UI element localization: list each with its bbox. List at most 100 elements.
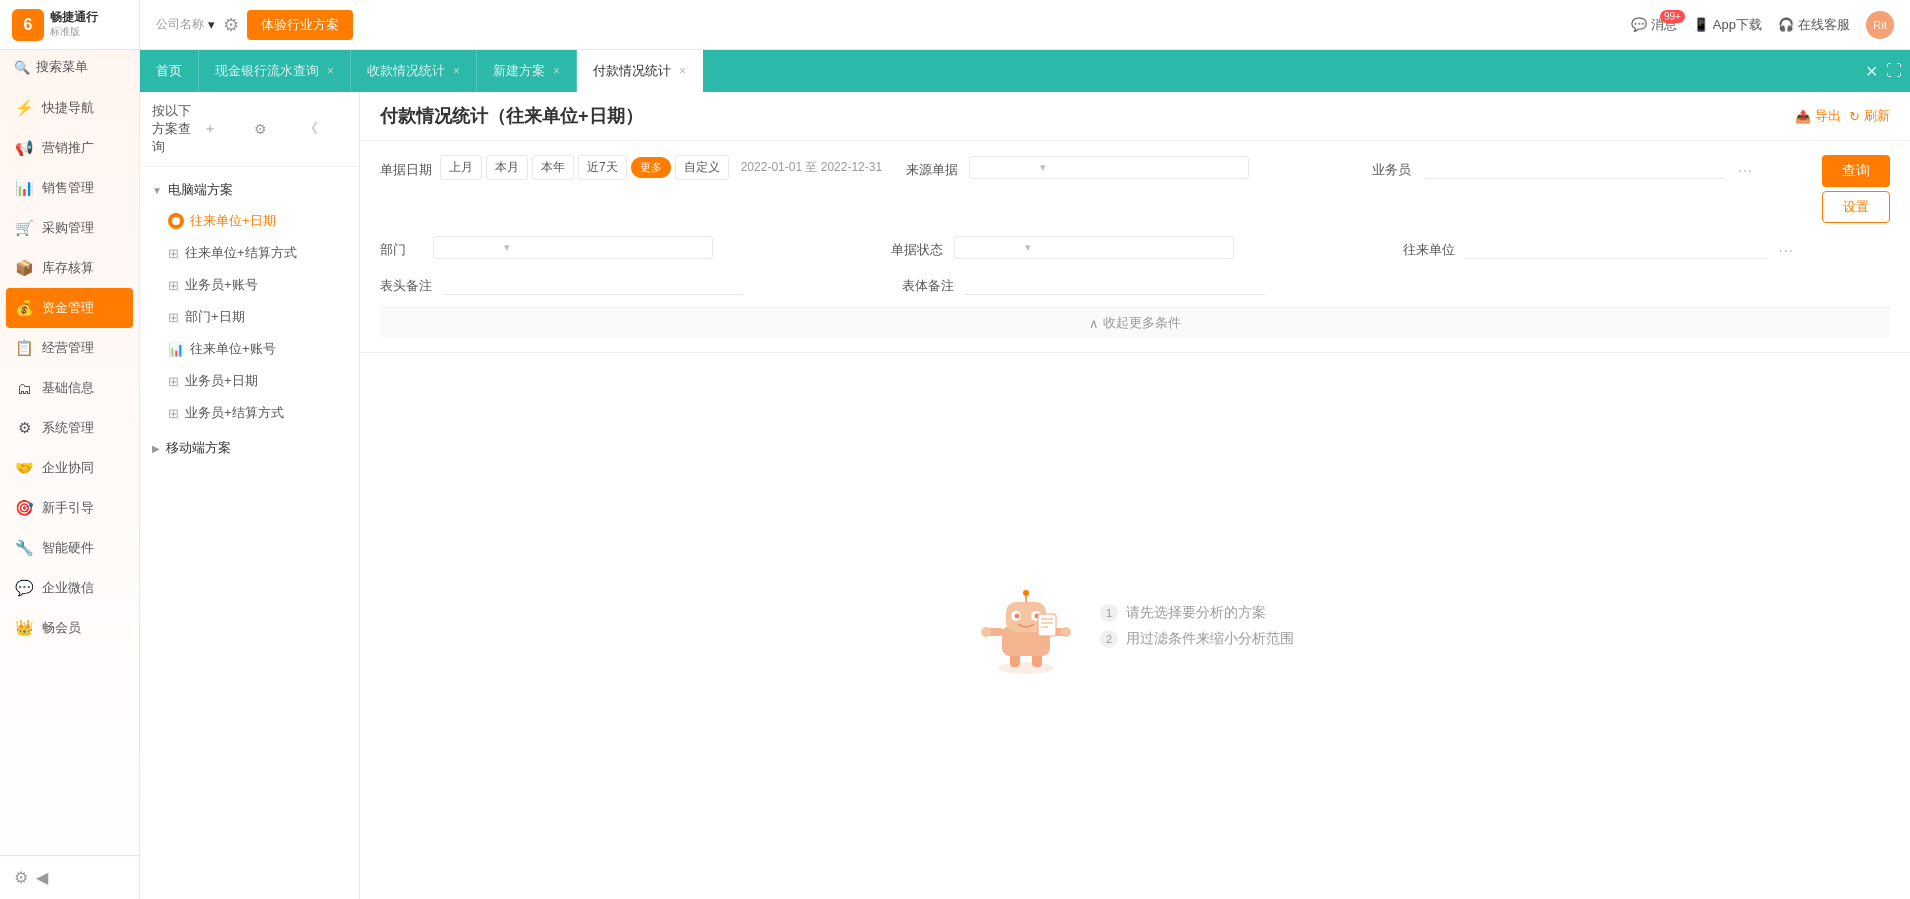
tab-bank[interactable]: 现金银行流水查询 × — [199, 50, 351, 92]
scheme-item-agent-settle[interactable]: ⊞ 业务员+结算方式 — [140, 397, 359, 429]
wechat-icon: 💬 — [14, 578, 34, 598]
sidebar-item-inventory[interactable]: 📦 库存核算 — [0, 248, 139, 288]
sidebar-bottom: ⚙ ◀ — [0, 855, 139, 899]
left-panel-collapse-btn[interactable]: 《 — [304, 120, 347, 138]
user-avatar[interactable]: Rit — [1866, 11, 1894, 39]
note-head-label: 表头备注 — [380, 271, 435, 295]
tab-new-plan-close[interactable]: × — [553, 64, 560, 78]
dept-select[interactable]: ▾ — [433, 236, 713, 259]
filter-settings-button[interactable]: 设置 — [1822, 191, 1890, 223]
note-body-input[interactable] — [965, 271, 1265, 295]
sidebar-item-hardware[interactable]: 🔧 智能硬件 — [0, 528, 139, 568]
tabbar: 首页 现金银行流水查询 × 收款情况统计 × 新建方案 × 付款情况统计 × ✕… — [140, 50, 1910, 92]
guide-icon: 🎯 — [14, 498, 34, 518]
filter-area: 单据日期 上月 本月 本年 近7天 更多 自定义 2022-01-01 至 20… — [360, 141, 1910, 353]
sidebar-collapse-icon[interactable]: ◀ — [36, 868, 48, 887]
tab-receipt[interactable]: 收款情况统计 × — [351, 50, 477, 92]
scheme-item-counterpart-settle[interactable]: ⊞ 往来单位+结算方式 — [140, 237, 359, 269]
collapse-conditions-btn[interactable]: ∧ 收起更多条件 — [380, 307, 1890, 338]
empty-illustration — [976, 586, 1076, 666]
scheme-settings-btn[interactable]: ⚙ — [254, 121, 297, 137]
counterpart-input[interactable] — [1466, 235, 1766, 259]
tab-close-all-btn[interactable]: ✕ — [1865, 62, 1878, 81]
sidebar-item-enterprise[interactable]: 🤝 企业协同 — [0, 448, 139, 488]
search-menu-label: 搜索菜单 — [36, 58, 88, 76]
app-download-btn[interactable]: 📱 App下载 — [1693, 16, 1762, 34]
date-btn-last-month[interactable]: 上月 — [440, 155, 482, 180]
service-btn[interactable]: 🎧 在线客服 — [1778, 16, 1850, 34]
company-selector[interactable]: 公司名称 ▾ — [156, 16, 215, 33]
empty-hint-1: 1 请先选择要分析的方案 — [1100, 604, 1294, 622]
trial-button[interactable]: 体验行业方案 — [247, 10, 353, 40]
export-button[interactable]: 📤 导出 — [1795, 107, 1841, 125]
add-scheme-btn[interactable]: ＋ — [203, 120, 246, 138]
scheme-item-counterpart-date[interactable]: 往来单位+日期 — [140, 205, 359, 237]
scheme-item-label-6: 业务员+日期 — [185, 372, 258, 390]
search-menu[interactable]: 🔍 搜索菜单 — [0, 50, 139, 84]
sidebar-item-marketing[interactable]: 📢 营销推广 — [0, 128, 139, 168]
source-select[interactable]: ▾ — [969, 156, 1249, 179]
message-btn[interactable]: 💬 消息 99+ — [1631, 16, 1677, 34]
export-icon: 📤 — [1795, 109, 1811, 124]
system-label: 系统管理 — [42, 419, 94, 437]
scheme-item-dept-date[interactable]: ⊞ 部门+日期 — [140, 301, 359, 333]
topbar-left: 公司名称 ▾ ⚙ 体验行业方案 — [156, 10, 1619, 40]
tab-new-plan[interactable]: 新建方案 × — [477, 50, 577, 92]
sidebar-item-purchase[interactable]: 🛒 采购管理 — [0, 208, 139, 248]
date-btn-more[interactable]: 更多 — [631, 157, 671, 178]
logo-sub: 标准版 — [50, 25, 98, 39]
category-mobile[interactable]: ▶ 移动端方案 — [140, 433, 359, 463]
basic-icon: 🗂 — [14, 378, 34, 398]
page-actions: 📤 导出 ↻ 刷新 — [1795, 107, 1890, 125]
source-dropdown-icon: ▾ — [1040, 161, 1046, 174]
note-head-input[interactable] — [443, 271, 743, 295]
scheme-item-agent-date[interactable]: ⊞ 业务员+日期 — [140, 365, 359, 397]
hardware-icon: 🔧 — [14, 538, 34, 558]
status-dropdown-icon: ▾ — [1025, 241, 1031, 254]
status-select[interactable]: ▾ — [954, 236, 1234, 259]
topbar-right: 💬 消息 99+ 📱 App下载 🎧 在线客服 Rit — [1631, 11, 1894, 39]
sidebar-item-member[interactable]: 👑 畅会员 — [0, 608, 139, 648]
category-desktop[interactable]: ▼ 电脑端方案 — [140, 175, 359, 205]
sidebar-item-wechat[interactable]: 💬 企业微信 — [0, 568, 139, 608]
counterpart-dots[interactable]: … — [1774, 238, 1798, 256]
sidebar-item-quick-nav[interactable]: ⚡ 快捷导航 — [0, 88, 139, 128]
sidebar-item-guide[interactable]: 🎯 新手引导 — [0, 488, 139, 528]
hint-text-1: 请先选择要分析的方案 — [1126, 604, 1266, 622]
sidebar-item-operation[interactable]: 📋 经营管理 — [0, 328, 139, 368]
left-panel-title: 按以下方案查询 — [152, 102, 195, 156]
tab-maximize-btn[interactable]: ⛶ — [1886, 62, 1902, 80]
topbar-settings-icon[interactable]: ⚙ — [223, 14, 239, 36]
date-btn-7days[interactable]: 近7天 — [578, 155, 627, 180]
tab-bank-close[interactable]: × — [327, 64, 334, 78]
query-btn-group: 查询 设置 — [1822, 155, 1890, 223]
app-label: App下载 — [1713, 16, 1762, 34]
query-button[interactable]: 查询 — [1822, 155, 1890, 187]
date-btn-this-year[interactable]: 本年 — [532, 155, 574, 180]
tab-home[interactable]: 首页 — [140, 50, 199, 92]
left-panel: 按以下方案查询 ＋ ⚙ 《 ▼ 电脑端方案 往来单位+日期 ⊞ — [140, 92, 360, 899]
refresh-label: 刷新 — [1864, 107, 1890, 125]
sidebar-item-basic[interactable]: 🗂 基础信息 — [0, 368, 139, 408]
scheme-item-agent-account[interactable]: ⊞ 业务员+账号 — [140, 269, 359, 301]
tab-receipt-close[interactable]: × — [453, 64, 460, 78]
scheme-item-label-3: 业务员+账号 — [185, 276, 258, 294]
sidebar-item-sales[interactable]: 📊 销售管理 — [0, 168, 139, 208]
date-btn-this-month[interactable]: 本月 — [486, 155, 528, 180]
sidebar-settings-icon[interactable]: ⚙ — [14, 868, 28, 887]
table-icon-5: ⊞ — [168, 406, 179, 421]
logo-icon: 6 — [12, 9, 44, 41]
sidebar-item-finance[interactable]: 💰 资金管理 — [6, 288, 133, 328]
agent-dots[interactable]: … — [1733, 158, 1757, 176]
agent-input[interactable] — [1425, 155, 1725, 179]
sidebar-item-system[interactable]: ⚙ 系统管理 — [0, 408, 139, 448]
date-btn-custom[interactable]: 自定义 — [675, 155, 729, 180]
tab-payment[interactable]: 付款情况统计 × — [577, 50, 703, 92]
table-icon-2: ⊞ — [168, 278, 179, 293]
scheme-item-counterpart-account[interactable]: 📊 往来单位+账号 — [140, 333, 359, 365]
tab-payment-close[interactable]: × — [679, 64, 686, 78]
wechat-label: 企业微信 — [42, 579, 94, 597]
table-icon-4: ⊞ — [168, 374, 179, 389]
date-label: 单据日期 — [380, 155, 440, 179]
refresh-button[interactable]: ↻ 刷新 — [1849, 107, 1890, 125]
